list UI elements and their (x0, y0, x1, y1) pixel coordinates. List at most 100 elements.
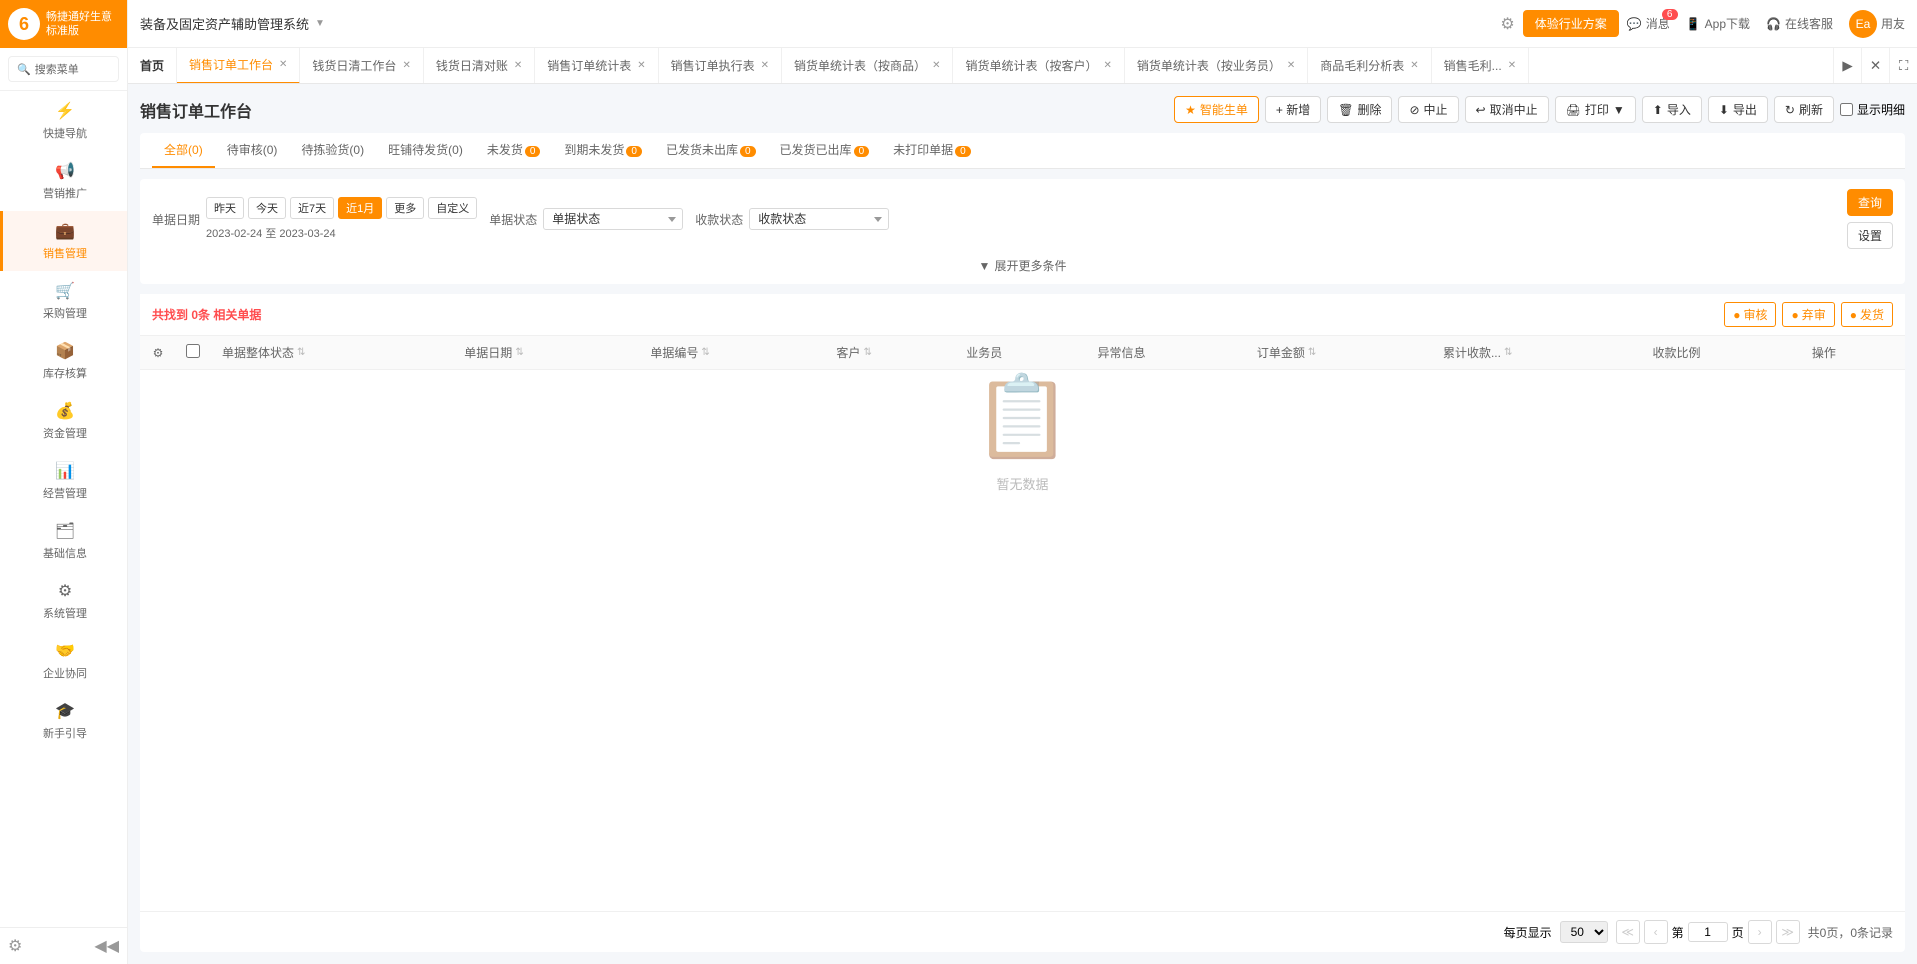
sidebar-collapse-button[interactable]: ◀◀ (94, 936, 119, 956)
th-sort-date[interactable]: 单据日期 ⇅ (464, 344, 630, 361)
tab-sales-stat[interactable]: 销售订单统计表 ✕ (535, 48, 658, 84)
tab-home[interactable]: 首页 (128, 48, 177, 84)
sub-tab-pending-review[interactable]: 待审核(0) (215, 133, 290, 168)
app-download-item[interactable]: 📱 App下载 (1686, 15, 1750, 32)
tabs-fullscreen-button[interactable]: ⛶ (1889, 48, 1917, 84)
sidebar-item-guide[interactable]: 🎓 新手引导 (0, 691, 127, 751)
sidebar-item-sales[interactable]: 💼 销售管理 (0, 211, 127, 271)
tab-gross-profit[interactable]: 商品毛利分析表 ✕ (1308, 48, 1431, 84)
tab-sales-workbench[interactable]: 销售订单工作台 ✕ (177, 48, 300, 84)
show-detail-checkbox[interactable] (1840, 103, 1853, 116)
setting-button[interactable]: 设置 (1847, 222, 1893, 249)
sub-tab-not-printed[interactable]: 未打印单据0 (881, 133, 983, 168)
sidebar-item-purchase[interactable]: 🛒 采购管理 (0, 271, 127, 331)
tab-close-sales-by-customer[interactable]: ✕ (1103, 60, 1111, 71)
print-button[interactable]: 🖨 打印 ▼ (1555, 96, 1636, 123)
tab-close-sales-stat[interactable]: ✕ (637, 60, 645, 71)
page-first-button[interactable]: ≪ (1616, 920, 1640, 944)
date-btn-1month[interactable]: 近1月 (338, 197, 382, 219)
page-last-button[interactable]: ≫ (1776, 920, 1800, 944)
th-sort-collected[interactable]: 累计收款... ⇅ (1443, 344, 1633, 361)
sub-tab-wangpu-ship[interactable]: 旺铺待发货(0) (376, 133, 475, 168)
sidebar-item-inventory[interactable]: 📦 库存核算 (0, 331, 127, 391)
industry-btn[interactable]: 体验行业方案 (1523, 10, 1619, 37)
date-btn-today[interactable]: 今天 (248, 197, 286, 219)
th-staff[interactable]: 业务员 (956, 336, 1087, 370)
tab-sales-by-customer[interactable]: 销货单统计表（按客户） ✕ (953, 48, 1124, 84)
review-button[interactable]: ● 审核 (1724, 302, 1776, 327)
show-detail-label[interactable]: 显示明细 (1840, 101, 1905, 118)
date-btn-custom[interactable]: 自定义 (428, 197, 477, 219)
th-sort-error[interactable]: 异常信息 (1098, 344, 1237, 361)
date-btn-yesterday[interactable]: 昨天 (206, 197, 244, 219)
search-button[interactable]: 🔍 搜索菜单 (8, 56, 119, 82)
tab-cash-daily[interactable]: 钱货日清工作台 ✕ (300, 48, 423, 84)
sidebar-item-operation[interactable]: 📊 经营管理 (0, 451, 127, 511)
ship-button[interactable]: ● 发货 (1841, 302, 1893, 327)
th-sort-status[interactable]: 单据整体状态 ⇅ (222, 344, 444, 361)
gear-icon[interactable]: ⚙ (1500, 14, 1514, 34)
tabs-close-all-button[interactable]: ✕ (1861, 48, 1889, 84)
th-customer[interactable]: 客户 ⇅ (826, 336, 956, 370)
tab-cash-reconcile[interactable]: 钱货日清对账 ✕ (424, 48, 535, 84)
tabs-prev-button[interactable]: ▶ (1833, 48, 1861, 84)
tab-close-sales-exec[interactable]: ✕ (761, 60, 769, 71)
sidebar-item-collab[interactable]: 🤝 企业协同 (0, 631, 127, 691)
tab-close-sales-more[interactable]: ✕ (1508, 60, 1516, 71)
tab-close-sales-by-staff[interactable]: ✕ (1287, 60, 1295, 71)
tab-close-sales-workbench[interactable]: ✕ (279, 59, 287, 70)
payment-select[interactable]: 收款状态 (749, 208, 889, 230)
tab-close-cash-daily[interactable]: ✕ (402, 60, 410, 71)
per-page-select[interactable]: 50 (1560, 921, 1608, 943)
th-setting[interactable]: ⚙ (140, 336, 176, 370)
sidebar-settings-button[interactable]: ⚙ (8, 936, 22, 956)
page-prev-button[interactable]: ‹ (1644, 920, 1668, 944)
smart-generate-button[interactable]: ★ 智能生单 (1174, 96, 1259, 123)
sub-tab-pending-inspect[interactable]: 待拣验货(0) (289, 133, 376, 168)
select-all-checkbox[interactable] (186, 344, 200, 358)
th-sort-staff[interactable]: 业务员 (966, 344, 1077, 361)
th-collected[interactable]: 累计收款... ⇅ (1433, 336, 1643, 370)
status-select[interactable]: 单据状态 (543, 208, 683, 230)
refresh-button[interactable]: ↻ 刷新 (1774, 96, 1834, 123)
sub-tab-expired-not-shipped[interactable]: 到期未发货0 (552, 133, 654, 168)
table-scroll-area[interactable]: ⚙ 单据整体状态 ⇅ 单据日期 ⇅ (140, 336, 1905, 911)
th-sort-number[interactable]: 单据编号 ⇅ (650, 344, 816, 361)
delete-button[interactable]: 🗑 删除 (1327, 96, 1392, 123)
query-button[interactable]: 查询 (1847, 189, 1893, 216)
page-next-button[interactable]: › (1748, 920, 1772, 944)
sub-tab-shipped-out[interactable]: 已发货已出库0 (768, 133, 882, 168)
th-amount[interactable]: 订单金额 ⇅ (1247, 336, 1433, 370)
sidebar-item-finance[interactable]: 💰 资金管理 (0, 391, 127, 451)
sub-tab-not-shipped[interactable]: 未发货0 (475, 133, 553, 168)
export-button[interactable]: ⬇ 导出 (1708, 96, 1768, 123)
user-item[interactable]: Ea 用友 (1849, 10, 1905, 38)
tab-sales-by-product[interactable]: 销货单统计表（按商品） ✕ (782, 48, 953, 84)
online-service-item[interactable]: 🎧 在线客服 (1766, 15, 1833, 32)
stop-button[interactable]: ⊘ 中止 (1398, 96, 1458, 123)
tab-close-cash-reconcile[interactable]: ✕ (514, 60, 522, 71)
page-input[interactable] (1688, 922, 1728, 942)
import-button[interactable]: ⬆ 导入 (1642, 96, 1702, 123)
sidebar-item-quick-nav[interactable]: ⚡ 快捷导航 (0, 91, 127, 151)
date-btn-7days[interactable]: 近7天 (290, 197, 334, 219)
tab-close-gross-profit[interactable]: ✕ (1410, 60, 1418, 71)
expand-filter-button[interactable]: ▼ 展开更多条件 (979, 257, 1067, 274)
th-sort-customer[interactable]: 客户 ⇅ (836, 344, 946, 361)
cancel-stop-button[interactable]: ↩ 取消中止 (1465, 96, 1549, 123)
date-btn-more[interactable]: 更多 (386, 197, 424, 219)
th-sort-amount[interactable]: 订单金额 ⇅ (1257, 344, 1423, 361)
abandon-button[interactable]: ● 弃审 (1782, 302, 1834, 327)
sidebar-item-system[interactable]: ⚙ 系统管理 (0, 571, 127, 631)
th-number[interactable]: 单据编号 ⇅ (640, 336, 826, 370)
tab-sales-exec[interactable]: 销售订单执行表 ✕ (659, 48, 782, 84)
th-check[interactable] (176, 336, 212, 370)
tab-sales-by-staff[interactable]: 销货单统计表（按业务员） ✕ (1125, 48, 1308, 84)
message-item[interactable]: 💬 消息 6 (1627, 15, 1670, 32)
sidebar-item-base[interactable]: 🗂 基础信息 (0, 511, 127, 571)
sub-tab-all[interactable]: 全部(0) (152, 133, 215, 168)
th-status[interactable]: 单据整体状态 ⇅ (212, 336, 454, 370)
tab-sales-more[interactable]: 销售毛利... ✕ (1432, 48, 1529, 84)
th-error[interactable]: 异常信息 (1088, 336, 1247, 370)
tab-close-sales-by-product[interactable]: ✕ (932, 60, 940, 71)
